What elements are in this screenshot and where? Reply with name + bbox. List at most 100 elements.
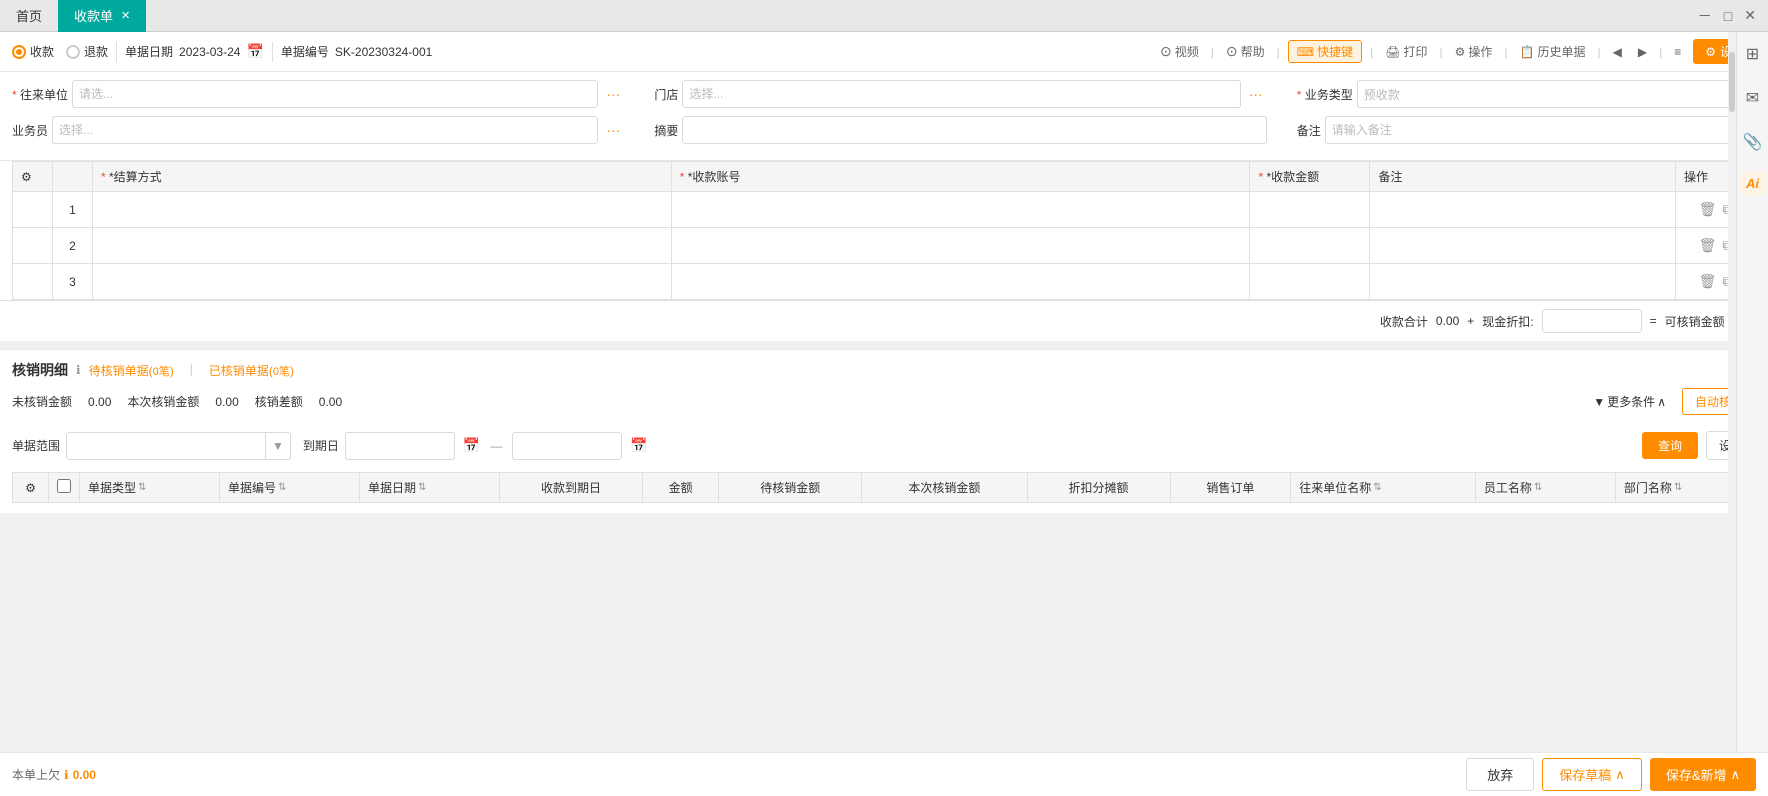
tab-receipt[interactable]: 收款单 ✕	[58, 0, 146, 32]
table-row: 2 🗑 ⧉	[13, 228, 1756, 264]
bottom-info: 本单上欠 ℹ 0.00	[12, 766, 96, 783]
amount-header: * *收款金额	[1250, 162, 1370, 192]
select-all-checkbox[interactable]	[57, 479, 71, 493]
store-more-btn[interactable]: ···	[1245, 86, 1267, 102]
form-area: * 往来单位 ··· 门店 ··· * 业务类型 预收款 ▼	[0, 72, 1768, 161]
gear-icon: ⚙	[1705, 45, 1716, 59]
nav-right-btn[interactable]: ▶	[1634, 43, 1651, 61]
stat-unpaid-label: 未核销金额	[12, 393, 72, 410]
shortcuts-btn[interactable]: ⌨ 快捷键	[1288, 40, 1362, 63]
nav-left-btn[interactable]: ◀	[1609, 43, 1626, 61]
range-select-input[interactable]	[66, 432, 266, 460]
doc-number-sort-icon: ⇅	[278, 482, 286, 493]
row1-delete-icon[interactable]: 🗑	[1699, 201, 1717, 218]
row1-amount[interactable]	[1250, 192, 1370, 228]
range-filter-field: 单据范围 ▼	[12, 432, 291, 460]
minimize-button[interactable]: －	[1694, 4, 1716, 28]
discount-label: 现金折扣:	[1482, 313, 1533, 330]
row3-amount[interactable]	[1250, 264, 1370, 300]
business-type-input[interactable]: 预收款	[1357, 80, 1731, 108]
tab-home[interactable]: 首页	[0, 0, 58, 32]
pending-tab[interactable]: 待核销单据(0笔)	[89, 362, 174, 379]
remark-input[interactable]	[1325, 116, 1756, 144]
counterparty-input[interactable]	[72, 80, 598, 108]
tab-bar-actions: － □ ✕	[1694, 4, 1768, 28]
table-panel-icon[interactable]: ⊞	[1742, 40, 1763, 68]
bottom-info-value: 0.00	[73, 768, 96, 782]
print-btn[interactable]: 🖨 打印	[1381, 41, 1431, 62]
remark-field: 备注	[1297, 116, 1756, 144]
staff-input[interactable]	[52, 116, 598, 144]
more-conditions-btn[interactable]: ▼ 更多条件 ∧	[1593, 393, 1666, 410]
date-calendar-icon[interactable]: 📅	[246, 43, 263, 60]
ai-panel-icon[interactable]: Ai	[1740, 172, 1765, 195]
refund-radio[interactable]: 退款	[66, 43, 108, 60]
save-draft-button[interactable]: 保存草稿 ∧	[1542, 758, 1642, 791]
stat-diff-value: 0.00	[319, 395, 342, 409]
due-date-header: 收款到期日	[500, 473, 643, 503]
row3-remark[interactable]	[1370, 264, 1676, 300]
summary-field: 摘要	[654, 116, 1266, 144]
table-settings-icon[interactable]: ⚙	[21, 170, 32, 184]
keyboard-icon: ⌨	[1297, 45, 1314, 59]
range-dropdown-btn[interactable]: ▼	[266, 432, 291, 460]
table-footer: 收款合计 0.00 + 现金折扣: = 可核销金额 0.00	[0, 300, 1768, 341]
video-icon: ⊙	[1160, 43, 1172, 60]
tab-close-icon[interactable]: ✕	[121, 9, 130, 22]
date-to-calendar-icon[interactable]: 📅	[630, 437, 647, 454]
row2-remark[interactable]	[1370, 228, 1676, 264]
tab-bar: 首页 收款单 ✕ － □ ✕	[0, 0, 1768, 32]
row2-account[interactable]	[671, 228, 1250, 264]
save-new-chevron-icon: ∧	[1730, 767, 1740, 783]
info-icon: ℹ	[64, 768, 69, 782]
summary-input[interactable]	[682, 116, 1266, 144]
toolbar: 收款 退款 单据日期 2023-03-24 📅 单据编号 SK-20230324…	[0, 32, 1768, 72]
staff-more-btn[interactable]: ···	[602, 122, 624, 138]
verify-table-settings-icon[interactable]: ⚙	[25, 481, 36, 495]
counterparty-more-btn[interactable]: ···	[602, 86, 624, 102]
verify-table: ⚙ 单据类型 ⇅ 单据编号 ⇅	[12, 472, 1756, 503]
form-row-1: * 往来单位 ··· 门店 ··· * 业务类型 预收款 ▼	[12, 80, 1756, 108]
store-input[interactable]	[682, 80, 1240, 108]
date-from-calendar-icon[interactable]: 📅	[463, 437, 480, 454]
view-options-btn[interactable]: ≡	[1670, 43, 1685, 61]
operations-btn[interactable]: ⚙ 操作	[1451, 41, 1497, 62]
scroll-area[interactable]	[1728, 32, 1736, 752]
save-new-button[interactable]: 保存&新增 ∧	[1650, 758, 1756, 791]
toolbar-right: ⊙ 视频 | ⊙ 帮助 | ⌨ 快捷键 | 🖨 打印 | ⚙ 操作 | 📋 历史…	[1156, 39, 1756, 64]
staff-label: 业务员	[12, 122, 48, 139]
available-label: 可核销金额	[1665, 313, 1725, 330]
abandon-button[interactable]: 放弃	[1466, 758, 1534, 791]
query-button[interactable]: 查询	[1642, 432, 1698, 459]
counterparty-name-header: 往来单位名称 ⇅	[1291, 473, 1476, 503]
stat-this-value: 0.00	[215, 395, 238, 409]
row3-delete-icon[interactable]: 🗑	[1699, 273, 1717, 290]
mail-panel-icon[interactable]: ✉	[1742, 84, 1763, 112]
help-btn[interactable]: ⊙ 帮助	[1222, 41, 1269, 62]
done-tab[interactable]: 已核销单据(0笔)	[209, 362, 294, 379]
attachment-panel-icon[interactable]: 📎	[1739, 128, 1767, 156]
date-from-input[interactable]: 2022-04-01	[345, 432, 455, 460]
history-btn[interactable]: 📋 历史单据	[1516, 41, 1590, 62]
row1-settlement[interactable]	[93, 192, 672, 228]
close-window-button[interactable]: ✕	[1740, 5, 1760, 26]
divider-2	[272, 42, 273, 62]
account-header: * *收款账号	[671, 162, 1250, 192]
row1-account[interactable]	[671, 192, 1250, 228]
row1-remark[interactable]	[1370, 192, 1676, 228]
row2-cell-empty	[13, 228, 53, 264]
verify-tabs: 待核销单据(0笔) | 已核销单据(0笔)	[89, 362, 294, 379]
total-label: 收款合计	[1380, 313, 1428, 330]
date-to-input[interactable]: 2022-04-12	[512, 432, 622, 460]
row2-amount[interactable]	[1250, 228, 1370, 264]
video-btn[interactable]: ⊙ 视频	[1156, 41, 1203, 62]
row2-delete-icon[interactable]: 🗑	[1699, 237, 1717, 254]
row2-settlement[interactable]	[93, 228, 672, 264]
maximize-button[interactable]: □	[1720, 6, 1736, 26]
row3-settlement[interactable]	[93, 264, 672, 300]
row3-cell-empty	[13, 264, 53, 300]
row3-account[interactable]	[671, 264, 1250, 300]
receipt-radio[interactable]: 收款	[12, 43, 54, 60]
discount-input[interactable]	[1542, 309, 1642, 333]
scroll-thumb[interactable]	[1729, 52, 1735, 112]
